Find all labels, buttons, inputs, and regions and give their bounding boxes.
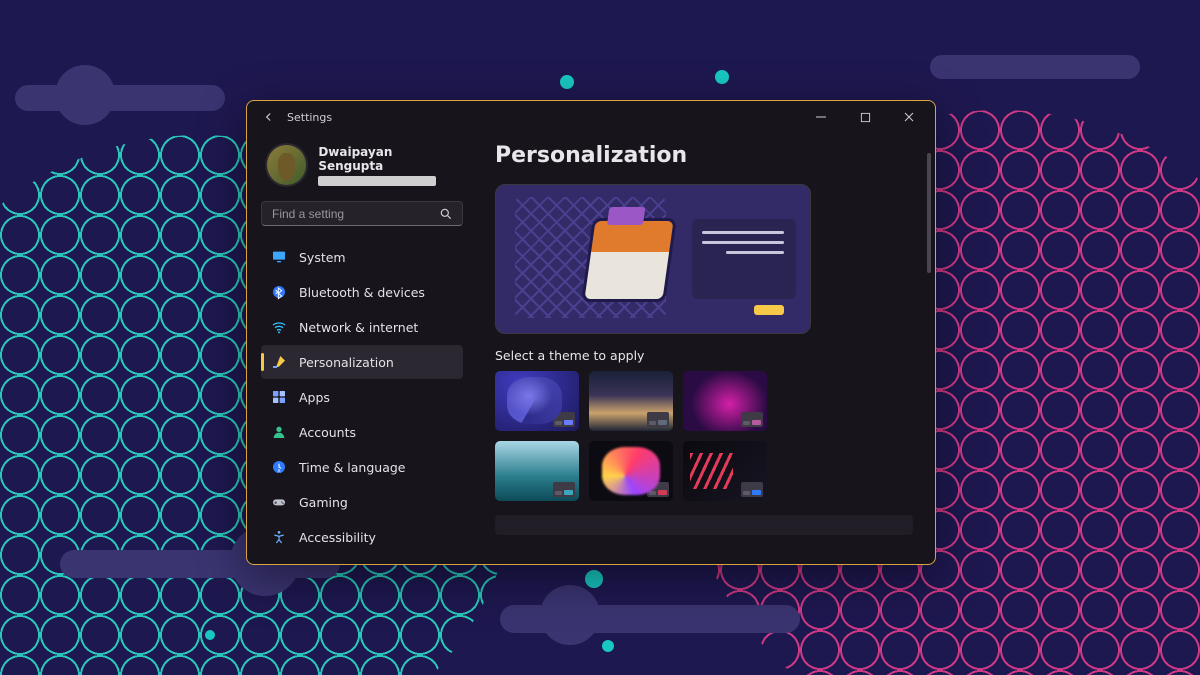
brush-icon — [271, 354, 287, 370]
wallpaper-dot — [205, 630, 215, 640]
settings-window: Settings Dwaipayan Sengupta — [246, 100, 936, 565]
themes-section-label: Select a theme to apply — [495, 348, 913, 363]
theme-tile-bloom-dark[interactable] — [495, 371, 579, 431]
desktop-wallpaper: Settings Dwaipayan Sengupta — [0, 0, 1200, 675]
theme-tile-glow-magenta[interactable] — [683, 371, 767, 431]
sidebar-item-accessibility[interactable]: Accessibility — [261, 520, 463, 554]
accessibility-icon — [271, 529, 287, 545]
person-icon — [271, 424, 287, 440]
window-title: Settings — [287, 111, 332, 124]
theme-swatch — [647, 412, 669, 427]
themes-grid — [495, 371, 913, 501]
search-icon — [434, 207, 458, 221]
sidebar-item-time[interactable]: A Time & language — [261, 450, 463, 484]
sidebar-item-label: Accounts — [299, 425, 356, 440]
bluetooth-icon — [271, 284, 287, 300]
theme-tile-sunset-galaxy[interactable] — [589, 371, 673, 431]
sidebar-item-label: Time & language — [299, 460, 405, 475]
user-profile[interactable]: Dwaipayan Sengupta — [261, 133, 463, 201]
scrollbar[interactable] — [927, 153, 931, 552]
user-email-redacted — [318, 176, 436, 186]
sidebar-item-personalization[interactable]: Personalization — [261, 345, 463, 379]
sidebar-item-label: Accessibility — [299, 530, 376, 545]
preview-text-line — [726, 251, 784, 254]
sidebar-item-label: Apps — [299, 390, 330, 405]
preview-text-line — [702, 231, 784, 234]
user-name: Dwaipayan Sengupta — [318, 145, 459, 173]
sidebar-item-bluetooth[interactable]: Bluetooth & devices — [261, 275, 463, 309]
maximize-button[interactable] — [843, 101, 887, 133]
sidebar-item-label: Gaming — [299, 495, 348, 510]
apps-icon — [271, 389, 287, 405]
theme-swatch — [553, 482, 575, 497]
theme-swatch — [741, 482, 763, 497]
close-icon — [903, 111, 915, 123]
monitor-icon — [271, 249, 287, 265]
theme-tile-rog-dark[interactable] — [683, 441, 767, 501]
sidebar: Dwaipayan Sengupta System Bluetooth & dev… — [247, 133, 473, 564]
sidebar-item-label: Bluetooth & devices — [299, 285, 425, 300]
wallpaper-cloud — [15, 85, 225, 111]
wallpaper-dot — [560, 75, 574, 89]
wallpaper-preview[interactable] — [495, 184, 811, 334]
minimize-button[interactable] — [799, 101, 843, 133]
close-button[interactable] — [887, 101, 931, 133]
theme-tile-flow-dark[interactable] — [589, 441, 673, 501]
search-input[interactable] — [272, 207, 434, 221]
wallpaper-cloud — [930, 55, 1140, 79]
theme-tile-lake-light[interactable] — [495, 441, 579, 501]
search-box[interactable] — [261, 201, 463, 226]
scrollbar-thumb[interactable] — [927, 153, 931, 273]
sidebar-item-gaming[interactable]: Gaming — [261, 485, 463, 519]
sidebar-item-network[interactable]: Network & internet — [261, 310, 463, 344]
sidebar-item-label: Network & internet — [299, 320, 418, 335]
sidebar-item-label: Personalization — [299, 355, 394, 370]
minimize-icon — [815, 111, 827, 123]
nav-list: System Bluetooth & devices Network & inter… — [261, 240, 463, 554]
sidebar-item-label: System — [299, 250, 346, 265]
back-button[interactable] — [257, 105, 281, 129]
wallpaper-cloud — [500, 605, 800, 633]
wallpaper-dot — [602, 640, 614, 652]
wallpaper-dot — [715, 70, 729, 84]
wallpaper-dot — [585, 570, 603, 588]
page-title: Personalization — [495, 143, 913, 168]
maximize-icon — [860, 112, 871, 123]
sidebar-item-system[interactable]: System — [261, 240, 463, 274]
preview-text-line — [702, 241, 784, 244]
setting-row-placeholder[interactable] — [495, 515, 913, 535]
avatar — [265, 143, 308, 187]
arrow-left-icon — [262, 110, 276, 124]
wifi-icon — [271, 319, 287, 335]
sidebar-item-accounts[interactable]: Accounts — [261, 415, 463, 449]
content-area: Personalization Select a theme to apply — [473, 133, 935, 564]
theme-swatch — [741, 412, 763, 427]
theme-swatch — [553, 412, 575, 427]
clock-lang-icon: A — [271, 459, 287, 475]
sidebar-item-apps[interactable]: Apps — [261, 380, 463, 414]
gamepad-icon — [271, 494, 287, 510]
titlebar: Settings — [247, 101, 935, 133]
preview-accent-chip — [754, 305, 784, 315]
theme-swatch — [647, 482, 669, 497]
preview-art — [585, 221, 674, 299]
